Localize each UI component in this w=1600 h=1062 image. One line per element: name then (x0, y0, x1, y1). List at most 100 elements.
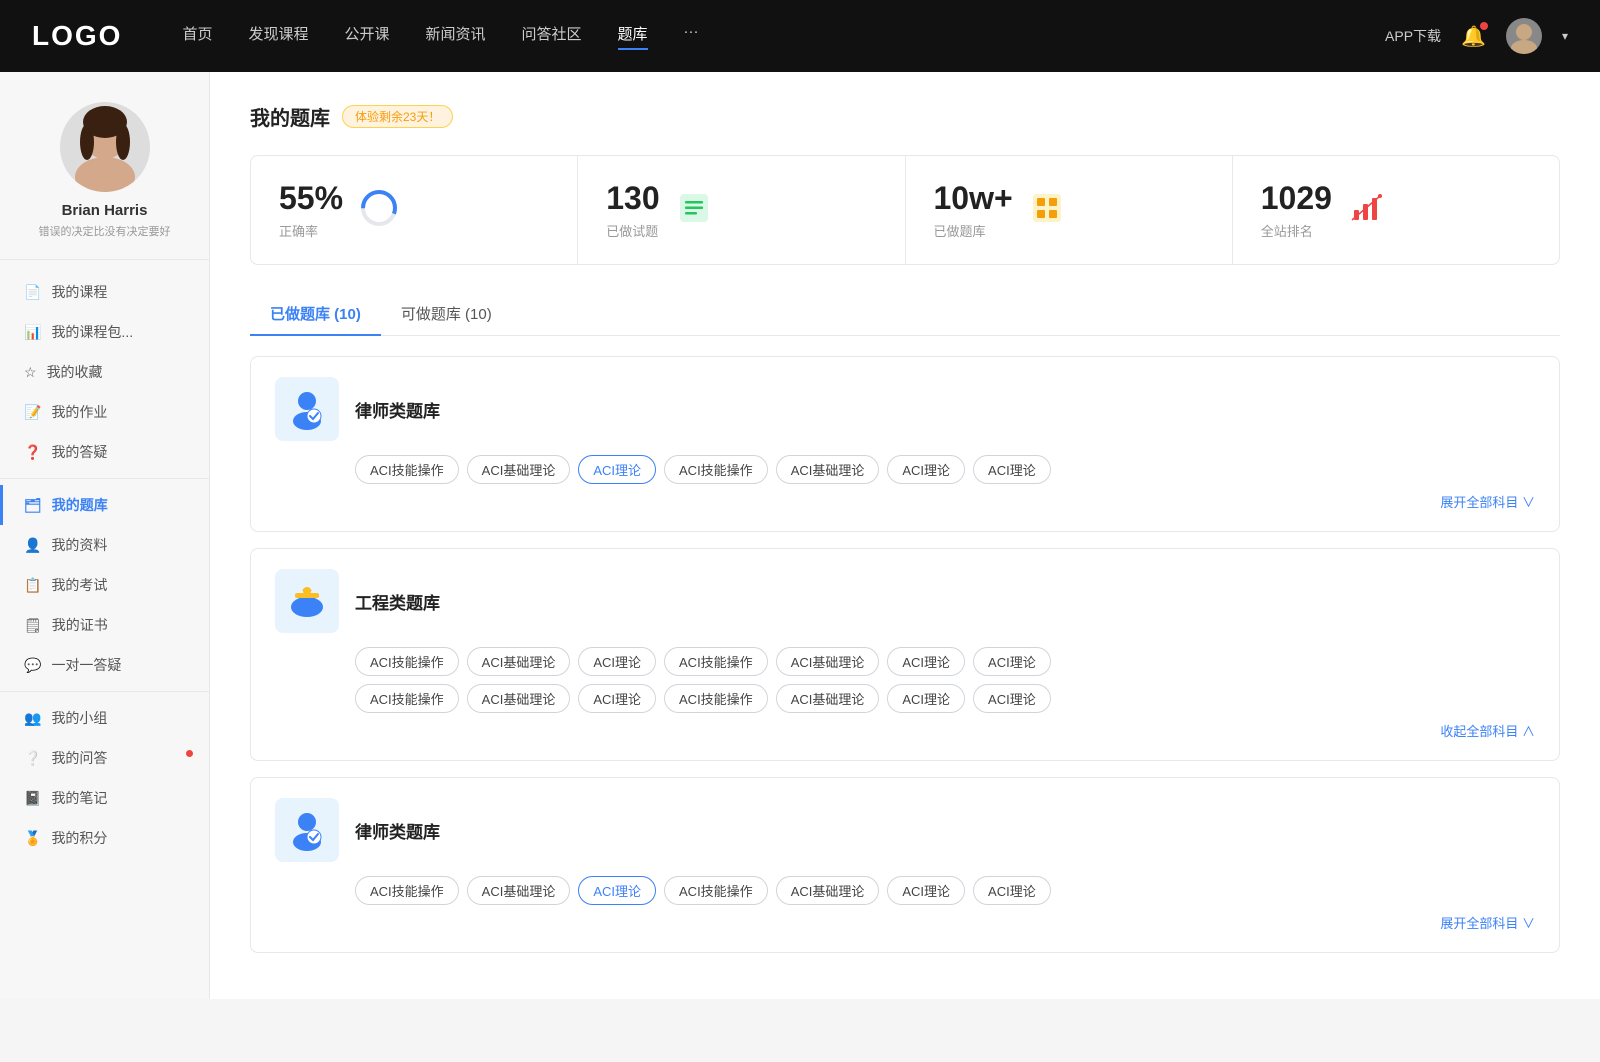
sidebar-menu: 📄 我的课程 📊 我的课程包... ☆ 我的收藏 📝 我的作业 ❓ 我的答疑 � (0, 272, 209, 858)
nav-more[interactable]: ··· (684, 23, 699, 50)
bank-tags-2-row2: ACI技能操作 ACI基础理论 ACI理论 ACI技能操作 ACI基础理论 AC… (355, 684, 1535, 713)
tab-done-banks[interactable]: 已做题库 (10) (250, 293, 381, 336)
sidebar-item-my-certificate[interactable]: 🗒 我的证书 (0, 605, 209, 645)
chat-icon: 💬 (24, 657, 41, 674)
collapse-link-2[interactable]: 收起全部科目 ∧ (275, 721, 1535, 740)
stat-done-questions-value: 130 (606, 180, 659, 217)
bank-card-lawyer-1: 律师类题库 ACI技能操作 ACI基础理论 ACI理论 ACI技能操作 ACI基… (250, 356, 1560, 532)
group-icon: 👥 (24, 710, 41, 727)
tag-2-9[interactable]: ACI基础理论 (467, 684, 571, 713)
chart-icon: 📊 (24, 324, 41, 341)
stat-done-banks-value: 10w+ (934, 180, 1013, 217)
user-avatar-nav[interactable] (1506, 18, 1542, 54)
tag-2-12[interactable]: ACI基础理论 (776, 684, 880, 713)
tag-1-5[interactable]: ACI基础理论 (776, 455, 880, 484)
qa-icon: ❔ (24, 750, 41, 767)
tag-2-11[interactable]: ACI技能操作 (664, 684, 768, 713)
sidebar-username: Brian Harris (62, 202, 148, 219)
bar-chart-icon (1348, 190, 1384, 231)
grid-stat-icon (1029, 190, 1065, 231)
tag-2-1[interactable]: ACI技能操作 (355, 647, 459, 676)
tag-2-13[interactable]: ACI理论 (887, 684, 965, 713)
tag-2-7[interactable]: ACI理论 (973, 647, 1051, 676)
page-wrapper: Brian Harris 错误的决定比没有决定要好 📄 我的课程 📊 我的课程包… (0, 72, 1600, 999)
certificate-icon: 🗒 (24, 617, 42, 634)
sidebar-motto: 错误的决定比没有决定要好 (39, 223, 171, 239)
nav-quiz[interactable]: 题库 (618, 23, 648, 50)
bank-tags-3: ACI技能操作 ACI基础理论 ACI理论 ACI技能操作 ACI基础理论 AC… (355, 876, 1535, 905)
sidebar-item-my-qa[interactable]: ❓ 我的答疑 (0, 432, 209, 472)
sidebar-item-my-homework[interactable]: 📝 我的作业 (0, 392, 209, 432)
nav-qa[interactable]: 问答社区 (522, 23, 582, 50)
tag-1-1[interactable]: ACI技能操作 (355, 455, 459, 484)
tag-2-5[interactable]: ACI基础理论 (776, 647, 880, 676)
assignment-icon: 📝 (24, 404, 41, 421)
sidebar: Brian Harris 错误的决定比没有决定要好 📄 我的课程 📊 我的课程包… (0, 72, 210, 999)
sidebar-item-my-quiz-bank[interactable]: 🗂 我的题库 (0, 485, 209, 525)
tag-2-6[interactable]: ACI理论 (887, 647, 965, 676)
main-content: 我的题库 体验剩余23天！ 55% 正确率 (210, 72, 1600, 999)
notification-dot (186, 750, 193, 757)
tag-3-4[interactable]: ACI技能操作 (664, 876, 768, 905)
expand-link-3[interactable]: 展开全部科目 ∨ (275, 913, 1535, 932)
nav-discover[interactable]: 发现课程 (248, 23, 308, 50)
nav-open-course[interactable]: 公开课 (344, 23, 389, 50)
tag-1-2[interactable]: ACI基础理论 (467, 455, 571, 484)
tag-2-4[interactable]: ACI技能操作 (664, 647, 768, 676)
tag-2-2[interactable]: ACI基础理论 (467, 647, 571, 676)
tag-3-2[interactable]: ACI基础理论 (467, 876, 571, 905)
tag-2-8[interactable]: ACI技能操作 (355, 684, 459, 713)
sidebar-item-my-course-package[interactable]: 📊 我的课程包... (0, 312, 209, 352)
sidebar-item-my-course[interactable]: 📄 我的课程 (0, 272, 209, 312)
tag-1-4[interactable]: ACI技能操作 (664, 455, 768, 484)
note-icon: 📓 (24, 790, 41, 807)
bank-tags-1: ACI技能操作 ACI基础理论 ACI理论 ACI技能操作 ACI基础理论 AC… (355, 455, 1535, 484)
bank-card-header-2: 工程类题库 (275, 569, 1535, 633)
tag-2-3[interactable]: ACI理论 (578, 647, 656, 676)
bank-card-lawyer-2: 律师类题库 ACI技能操作 ACI基础理论 ACI理论 ACI技能操作 ACI基… (250, 777, 1560, 953)
lawyer-bank-icon-2 (275, 798, 339, 862)
navbar-right: APP下载 🔔 ▾ (1385, 18, 1568, 54)
bank-name-3: 律师类题库 (355, 818, 440, 843)
people-icon: 👤 (24, 537, 41, 554)
logo: LOGO (32, 20, 122, 52)
nav-home[interactable]: 首页 (182, 23, 212, 50)
stats-row: 55% 正确率 130 已做试题 (250, 155, 1560, 265)
sidebar-item-my-questions[interactable]: ❔ 我的问答 (0, 738, 209, 778)
sidebar-item-my-group[interactable]: 👥 我的小组 (0, 698, 209, 738)
stat-ranking-label: 全站排名 (1261, 221, 1332, 240)
tag-3-6[interactable]: ACI理论 (887, 876, 965, 905)
bank-card-engineer: 工程类题库 ACI技能操作 ACI基础理论 ACI理论 ACI技能操作 ACI基… (250, 548, 1560, 761)
stat-ranking-value: 1029 (1261, 180, 1332, 217)
points-icon: 🏅 (24, 830, 41, 847)
notification-bell-icon[interactable]: 🔔 (1461, 24, 1486, 49)
tag-2-10[interactable]: ACI理论 (578, 684, 656, 713)
bank-name-2: 工程类题库 (355, 589, 440, 614)
avatar (60, 102, 150, 192)
stat-card-ranking: 1029 全站排名 (1233, 156, 1559, 264)
sidebar-item-my-profile[interactable]: 👤 我的资料 (0, 525, 209, 565)
tag-1-7[interactable]: ACI理论 (973, 455, 1051, 484)
tab-available-banks[interactable]: 可做题库 (10) (381, 293, 512, 336)
nav-news[interactable]: 新闻资讯 (426, 23, 486, 50)
tag-3-3[interactable]: ACI理论 (578, 876, 656, 905)
expand-link-1[interactable]: 展开全部科目 ∨ (275, 492, 1535, 511)
sidebar-item-my-points[interactable]: 🏅 我的积分 (0, 818, 209, 858)
tag-2-14[interactable]: ACI理论 (973, 684, 1051, 713)
sidebar-item-my-notes[interactable]: 📓 我的笔记 (0, 778, 209, 818)
sidebar-item-one-on-one[interactable]: 💬 一对一答疑 (0, 645, 209, 685)
sidebar-item-my-exam[interactable]: 📋 我的考试 (0, 565, 209, 605)
page-header: 我的题库 体验剩余23天！ (250, 102, 1560, 131)
tag-1-6[interactable]: ACI理论 (887, 455, 965, 484)
app-download-button[interactable]: APP下载 (1385, 26, 1441, 46)
user-menu-chevron-icon[interactable]: ▾ (1562, 29, 1568, 43)
nav-menu: 首页 发现课程 公开课 新闻资讯 问答社区 题库 ··· (182, 23, 1385, 50)
tag-3-7[interactable]: ACI理论 (973, 876, 1051, 905)
tag-3-5[interactable]: ACI基础理论 (776, 876, 880, 905)
tag-3-1[interactable]: ACI技能操作 (355, 876, 459, 905)
sidebar-item-my-favorites[interactable]: ☆ 我的收藏 (0, 352, 209, 392)
lawyer-bank-icon (275, 377, 339, 441)
navbar: LOGO 首页 发现课程 公开课 新闻资讯 问答社区 题库 ··· APP下载 … (0, 0, 1600, 72)
stat-accuracy-value: 55% (279, 180, 343, 217)
tag-1-3[interactable]: ACI理论 (578, 455, 656, 484)
